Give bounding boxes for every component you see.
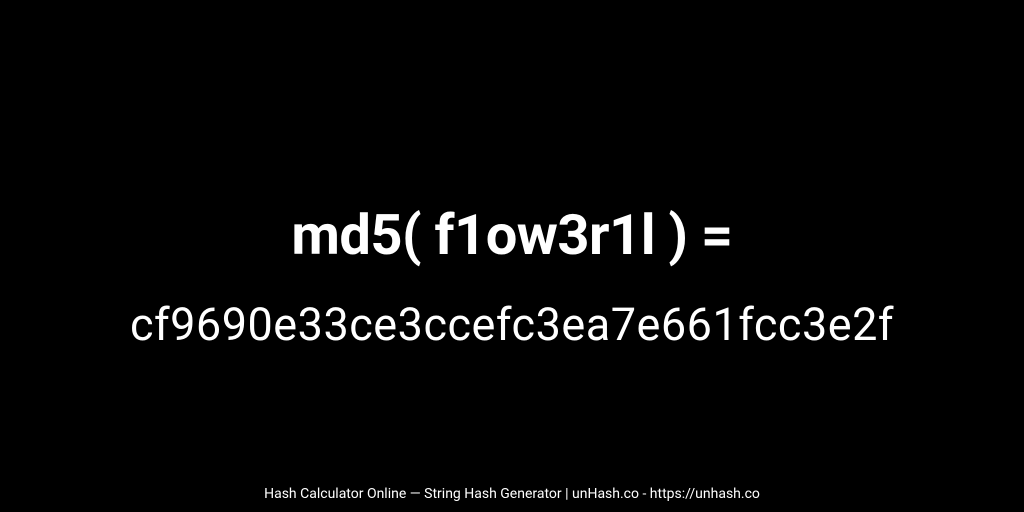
main-content: md5( f1ow3r1l ) = cf9690e33ce3ccefc3ea7e… — [130, 0, 894, 512]
hash-result: cf9690e33ce3ccefc3ea7e661fcc3e2f — [130, 298, 894, 351]
hash-expression: md5( f1ow3r1l ) = — [291, 202, 732, 268]
footer-text: Hash Calculator Online — String Hash Gen… — [0, 486, 1024, 502]
